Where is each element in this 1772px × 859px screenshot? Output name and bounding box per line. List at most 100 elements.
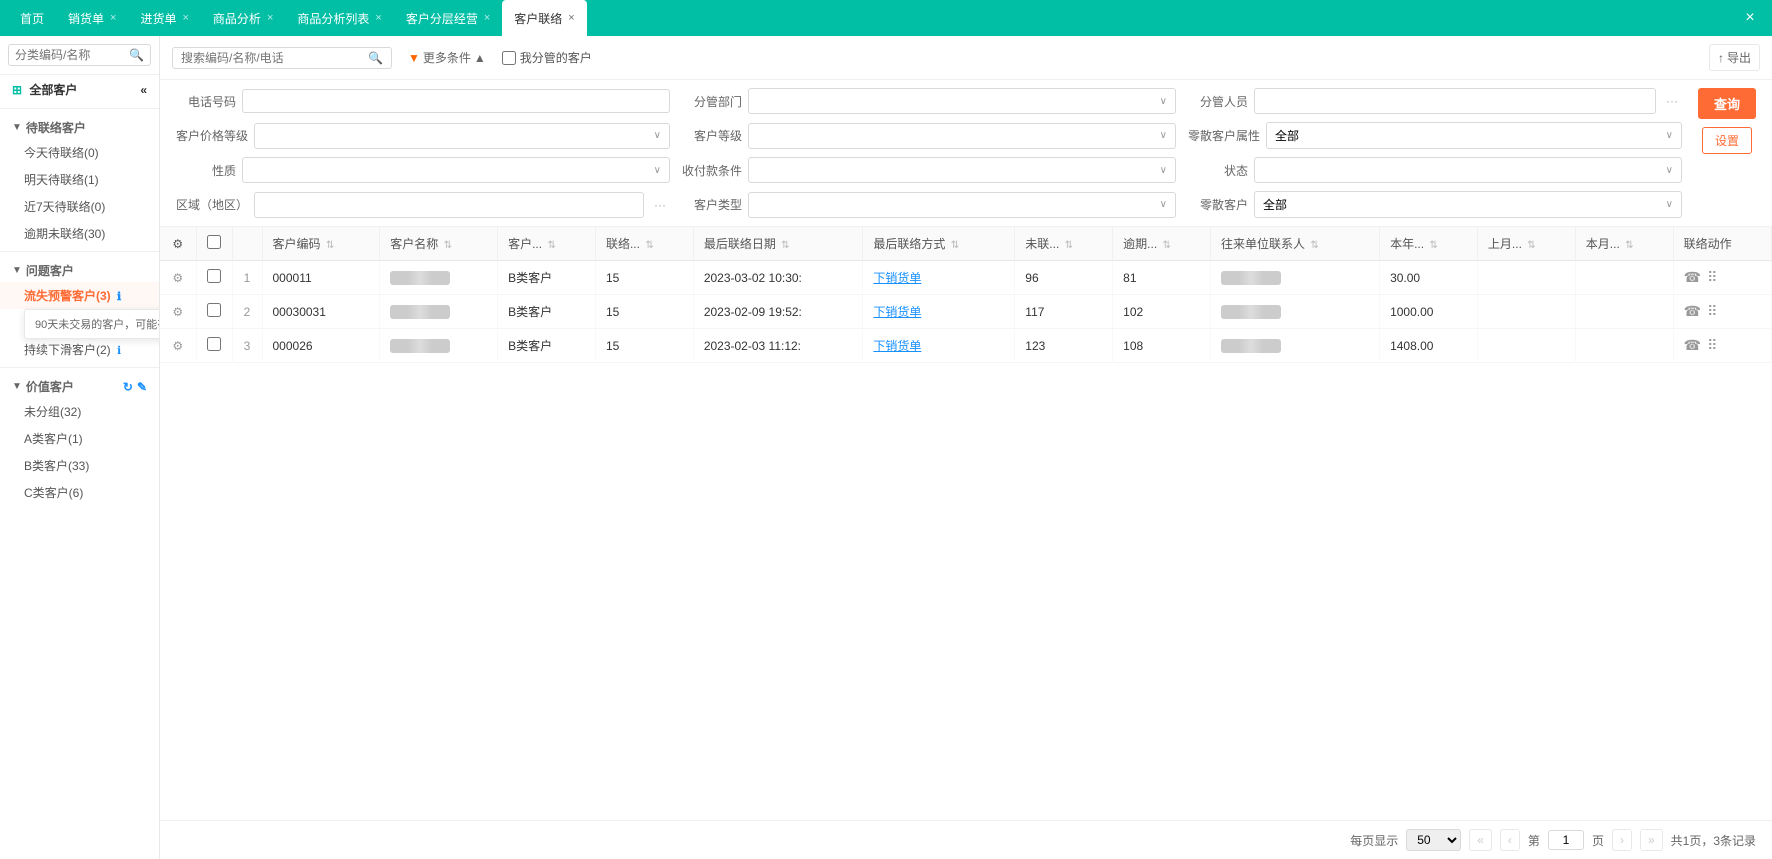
action-contact-icon-2[interactable]: ☎: [1684, 337, 1701, 354]
filter-more-btn[interactable]: ▼ 更多条件 ▲: [400, 45, 494, 70]
prev-page-btn[interactable]: ‹: [1500, 829, 1520, 851]
row-last-date-1: 2023-02-09 19:52:: [693, 295, 863, 329]
tab-analysis-close[interactable]: ×: [267, 12, 273, 24]
my-customers-check[interactable]: [502, 51, 516, 65]
dept-dropdown-icon: ∨: [1160, 96, 1167, 107]
staff-more-dots[interactable]: ···: [1662, 94, 1682, 108]
filter-phone: 电话号码: [176, 89, 670, 113]
last-page-btn[interactable]: »: [1640, 829, 1663, 851]
col-level[interactable]: 客户... ⇅: [498, 227, 596, 261]
filter-payment-select[interactable]: ∨: [748, 157, 1176, 183]
tab-analysis-list[interactable]: 商品分析列表 ×: [285, 0, 393, 36]
sidebar-collapse-icon[interactable]: «: [140, 83, 147, 97]
col-last-date[interactable]: 最后联络日期 ⇅: [693, 227, 863, 261]
row-settings-1[interactable]: ⚙: [160, 295, 196, 329]
col-contacts[interactable]: 往来单位联系人 ⇅: [1211, 227, 1380, 261]
col-code[interactable]: 客户编码 ⇅: [262, 227, 380, 261]
filter-row-2: 客户价格等级 ∨ 客户等级 ∨: [176, 122, 1682, 149]
filter-cust-level-select[interactable]: ∨: [748, 123, 1176, 149]
action-contact-icon-1[interactable]: ☎: [1684, 303, 1701, 320]
action-more-icon-2[interactable]: ⠿: [1707, 337, 1717, 354]
first-page-btn[interactable]: «: [1469, 829, 1492, 851]
sidebar-item-class-b[interactable]: B类客户(33): [0, 452, 159, 479]
sidebar-item-declining[interactable]: 持续下滑客户(2) ℹ: [0, 336, 159, 363]
col-uncontact[interactable]: 未联... ⇅: [1015, 227, 1113, 261]
sort-lmonth-icon: ⇅: [1527, 240, 1535, 251]
tab-purchase[interactable]: 进货单 ×: [128, 0, 200, 36]
sidebar-item-churned[interactable]: 已流失客户(24) ℹ: [0, 309, 159, 336]
filter-gender-select[interactable]: ∨: [242, 157, 670, 183]
sidebar-group-value-title[interactable]: ▼ 价值客户 ↻ ✎: [0, 372, 159, 398]
row-checkbox-2[interactable]: [207, 337, 221, 351]
filter-dept-select[interactable]: ∨: [748, 88, 1176, 114]
toolbar-search-icon[interactable]: 🔍: [368, 51, 383, 65]
sidebar-group-risk-title[interactable]: ▼ 问题客户: [0, 256, 159, 282]
tab-sales[interactable]: 销货单 ×: [56, 0, 128, 36]
col-this-month[interactable]: 本月... ⇅: [1575, 227, 1673, 261]
page-input[interactable]: [1548, 830, 1584, 850]
refresh-icon-value[interactable]: ↻: [123, 380, 133, 394]
settings-button[interactable]: 设置: [1702, 127, 1752, 154]
filter-zero-attr-select[interactable]: 全部 ∨: [1266, 122, 1682, 149]
sidebar-item-week[interactable]: 近7天待联络(0): [0, 193, 159, 220]
tab-segment-close[interactable]: ×: [484, 12, 490, 24]
tab-customer-contact[interactable]: 客户联络 ×: [502, 0, 586, 36]
sidebar-all-customers[interactable]: ⊞ 全部客户 «: [0, 75, 159, 104]
row-level-0: B类客户: [498, 261, 596, 295]
col-this-year[interactable]: 本年... ⇅: [1380, 227, 1478, 261]
row-checkbox-cell-0: [196, 261, 232, 295]
action-contact-icon-0[interactable]: ☎: [1684, 269, 1701, 286]
filter-phone-input[interactable]: [242, 89, 670, 113]
sort-name-icon: ⇅: [444, 240, 452, 251]
tab-analysis-list-close[interactable]: ×: [375, 12, 381, 24]
action-more-icon-0[interactable]: ⠿: [1707, 269, 1717, 286]
export-button[interactable]: ↑ 导出: [1709, 44, 1760, 71]
sidebar-item-churn-pred[interactable]: 流失预警客户(3) ℹ: [0, 282, 159, 309]
tab-sales-close[interactable]: ×: [110, 12, 116, 24]
window-close-button[interactable]: ×: [1736, 4, 1764, 32]
col-last-month[interactable]: 上月... ⇅: [1477, 227, 1575, 261]
tab-purchase-close[interactable]: ×: [182, 12, 188, 24]
sidebar-item-ungrouped[interactable]: 未分组(32): [0, 398, 159, 425]
sidebar-item-class-c[interactable]: C类客户(6): [0, 479, 159, 506]
filter-gender: 性质 ∨: [176, 157, 670, 183]
sidebar-search-icon[interactable]: 🔍: [129, 48, 144, 62]
col-name[interactable]: 客户名称 ⇅: [380, 227, 498, 261]
filter-staff-select[interactable]: [1254, 88, 1656, 114]
row-settings-2[interactable]: ⚙: [160, 329, 196, 363]
filter-row-1: 电话号码 分管部门 ∨ 分管人员: [176, 88, 1682, 114]
tab-customer-segment[interactable]: 客户分层经营 ×: [394, 0, 502, 36]
edit-icon-value[interactable]: ✎: [137, 380, 147, 394]
tab-contact-close[interactable]: ×: [568, 12, 574, 24]
grid-icon: ⊞: [12, 83, 22, 97]
row-name-0: [380, 261, 498, 295]
filter-zero-cust-select[interactable]: 全部 ∨: [1254, 191, 1682, 218]
col-settings[interactable]: ⚙: [160, 227, 196, 261]
col-contact[interactable]: 联络... ⇅: [595, 227, 693, 261]
row-checkbox-1[interactable]: [207, 303, 221, 317]
filter-price-select[interactable]: ∨: [254, 123, 670, 149]
region-more-dots[interactable]: ···: [650, 198, 670, 212]
tab-analysis[interactable]: 商品分析 ×: [201, 0, 285, 36]
col-last-method[interactable]: 最后联络方式 ⇅: [863, 227, 1015, 261]
row-checkbox-0[interactable]: [207, 269, 221, 283]
filter-status-select[interactable]: ∨: [1254, 157, 1682, 183]
row-settings-0[interactable]: ⚙: [160, 261, 196, 295]
action-more-icon-1[interactable]: ⠿: [1707, 303, 1717, 320]
select-all-checkbox[interactable]: [207, 235, 221, 249]
sidebar-item-class-a[interactable]: A类客户(1): [0, 425, 159, 452]
sidebar-item-today[interactable]: 今天待联络(0): [0, 139, 159, 166]
sort-tmonth-icon: ⇅: [1625, 240, 1633, 251]
col-overdue[interactable]: 逾期... ⇅: [1113, 227, 1211, 261]
tab-home[interactable]: 首页: [8, 0, 56, 36]
sidebar-item-overdue[interactable]: 逾期未联络(30): [0, 220, 159, 247]
toolbar-search-input[interactable]: [181, 51, 364, 65]
next-page-btn[interactable]: ›: [1612, 829, 1632, 851]
sidebar-group-pending-title[interactable]: ▼ 待联络客户: [0, 113, 159, 139]
query-button[interactable]: 查询: [1698, 88, 1756, 119]
per-page-select[interactable]: 50 100 200: [1406, 829, 1461, 851]
sidebar-item-tomorrow[interactable]: 明天待联络(1): [0, 166, 159, 193]
filter-cust-type-select[interactable]: ∨: [748, 192, 1176, 218]
zero-attr-dropdown-icon: ∨: [1666, 130, 1673, 141]
filter-region-select[interactable]: [254, 192, 644, 218]
